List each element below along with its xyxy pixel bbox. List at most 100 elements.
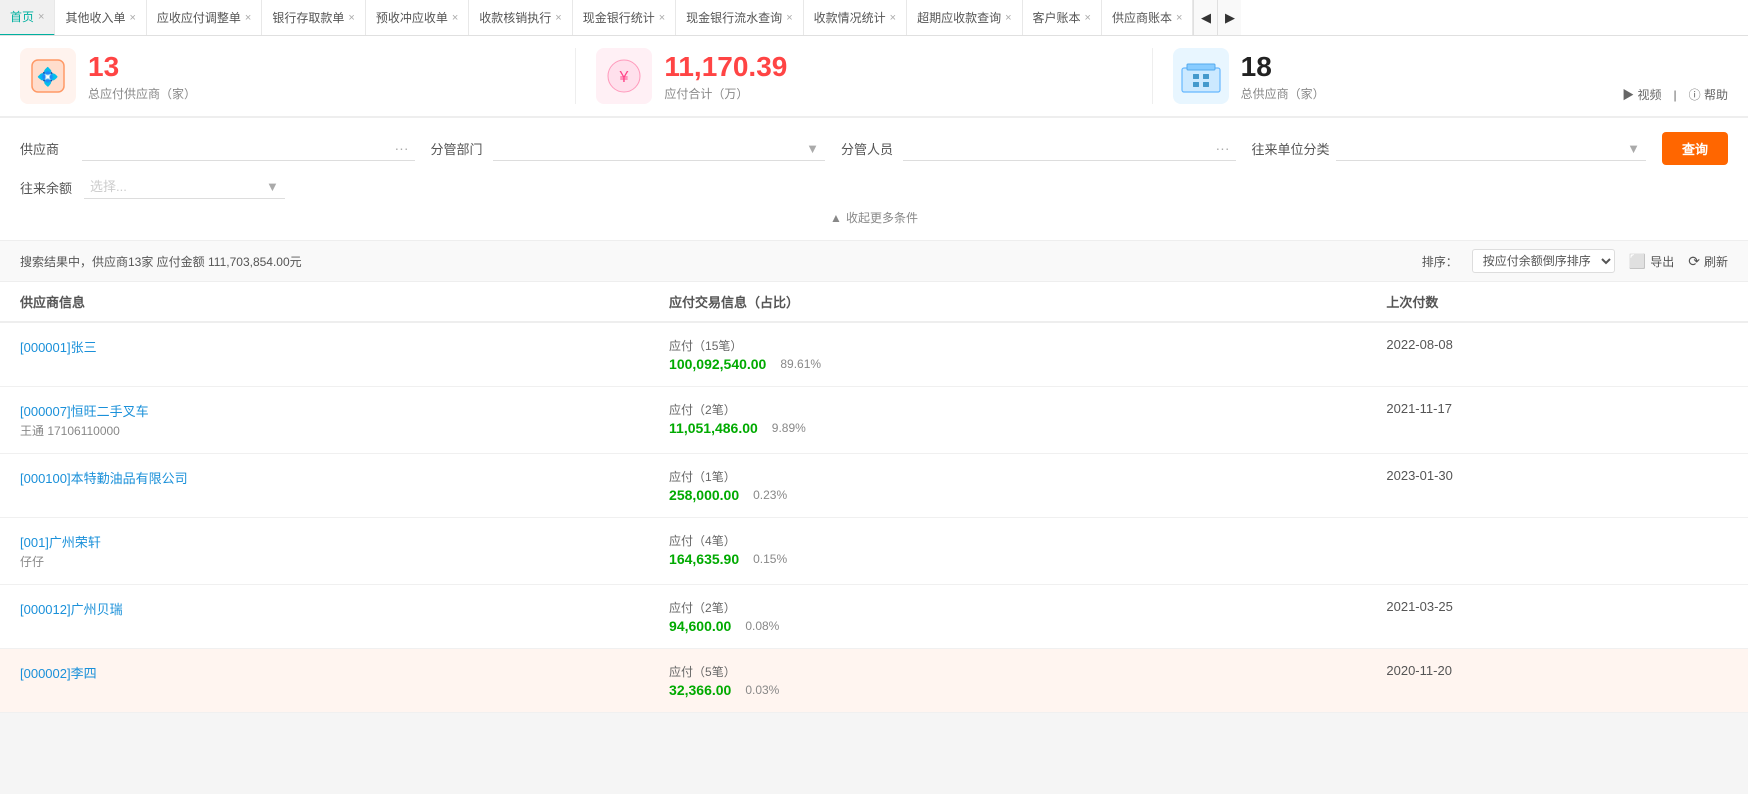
balance-dropdown-icon[interactable]: ▼ <box>266 179 279 194</box>
stat-text-total-suppliers: 18 总供应商（家） <box>1241 51 1325 102</box>
cell-transaction-row-000002: 应付（5笔） 32,366.00 0.03% <box>669 663 1386 698</box>
nav-arrow-left[interactable]: ◀ <box>1193 0 1217 36</box>
nav-tab-supplierbook-close[interactable]: × <box>1176 12 1182 24</box>
transaction-label-row-000100: 应付（1笔） <box>669 468 1386 485</box>
category-label: 往来单位分类 <box>1252 139 1330 158</box>
nav-tab-receivestat-close[interactable]: × <box>890 12 896 24</box>
last-pay-date-row-000007: 2021-11-17 <box>1386 401 1452 416</box>
nav-tab-overdue[interactable]: 超期应收款查询 × <box>907 0 1022 36</box>
category-input[interactable] <box>1342 141 1628 156</box>
nav-tab-income[interactable]: 其他收入单 × <box>55 0 146 36</box>
nav-tab-verify[interactable]: 收款核销执行 × <box>469 0 572 36</box>
nav-tab-income-close[interactable]: × <box>129 12 135 24</box>
cell-lastpay-row-000001: 2022-08-08 <box>1386 337 1728 352</box>
transaction-pct-row-000001: 89.61% <box>780 357 821 371</box>
stat-icon-total-suppliers <box>1173 48 1229 104</box>
video-link[interactable]: ▶ 视频 <box>1622 86 1661 103</box>
cell-lastpay-row-000012: 2021-03-25 <box>1386 599 1728 614</box>
supplier-link-row-000012[interactable]: [000012]广州贝瑞 <box>20 602 123 617</box>
person-label: 分管人员 <box>841 139 897 158</box>
last-pay-date-row-000002: 2020-11-20 <box>1386 663 1452 678</box>
dept-input[interactable] <box>499 141 807 156</box>
balance-input[interactable] <box>90 179 266 194</box>
nav-tab-custbook[interactable]: 客户账本 × <box>1023 0 1102 36</box>
balance-label: 往来余额 <box>20 178 76 197</box>
supplier-sub-row-000007: 王通 17106110000 <box>20 422 669 439</box>
supplier-link-row-001[interactable]: [001]广州荣轩 <box>20 535 101 550</box>
help-link[interactable]: ⓘ 帮助 <box>1689 86 1728 103</box>
nav-tab-adjust[interactable]: 应收应付调整单 × <box>147 0 262 36</box>
person-dots-btn[interactable]: ··· <box>1216 140 1230 156</box>
nav-tab-cashstat[interactable]: 现金银行统计 × <box>573 0 676 36</box>
nav-tab-bank-close[interactable]: × <box>348 12 354 24</box>
results-bar: 搜索结果中，供应商13家 应付金额 111,703,854.00元 排序： 按应… <box>0 241 1748 282</box>
cell-lastpay-row-000002: 2020-11-20 <box>1386 663 1728 678</box>
cell-transaction-row-000007: 应付（2笔） 11,051,486.00 9.89% <box>669 401 1386 436</box>
collapse-button[interactable]: ▲ 收起更多条件 <box>20 209 1728 226</box>
nav-arrow-right[interactable]: ▶ <box>1217 0 1241 36</box>
supplier-sub-row-001: 仔仔 <box>20 553 669 570</box>
nav-tab-custbook-close[interactable]: × <box>1085 12 1091 24</box>
refresh-label: 刷新 <box>1704 253 1728 270</box>
search-row-1: 供应商 ··· 分管部门 ▼ 分管人员 ··· 往来单位分类 <box>20 132 1728 165</box>
search-field-dept: 分管部门 ▼ <box>431 137 826 161</box>
person-input[interactable] <box>909 141 1216 156</box>
nav-tab-home-close[interactable]: × <box>38 11 44 23</box>
stat-icon-payable-suppliers: 💠 <box>20 48 76 104</box>
person-input-wrap[interactable]: ··· <box>903 136 1236 161</box>
nav-tab-cashflow[interactable]: 现金银行流水查询 × <box>676 0 803 36</box>
supplier-input[interactable] <box>88 141 395 156</box>
balance-select-wrap2[interactable]: ▼ <box>84 175 285 199</box>
supplier-dots-btn[interactable]: ··· <box>395 140 409 156</box>
category-input-wrap[interactable]: ▼ <box>1336 137 1646 161</box>
svg-text:💠: 💠 <box>37 66 59 87</box>
sort-label: 排序： <box>1422 253 1458 270</box>
supplier-link-row-000100[interactable]: [000100]本特勤油品有限公司 <box>20 471 188 486</box>
nav-tab-cashflow-close[interactable]: × <box>786 12 792 24</box>
nav-tab-advance-close[interactable]: × <box>452 12 458 24</box>
search-field-supplier: 供应商 ··· <box>20 136 415 161</box>
nav-tab-cashstat-close[interactable]: × <box>659 12 665 24</box>
table-header: 供应商信息 应付交易信息（占比） 上次付数 <box>0 282 1748 323</box>
nav-tab-cashstat-label: 现金银行统计 <box>583 9 655 26</box>
table-body: [000001]张三 应付（15笔） 100,092,540.00 89.61%… <box>0 323 1748 713</box>
stat-label-total-suppliers: 总供应商（家） <box>1241 85 1325 102</box>
transaction-label-row-000012: 应付（2笔） <box>669 599 1386 616</box>
collapse-chevron-icon: ▲ <box>830 211 842 225</box>
nav-tab-bank[interactable]: 银行存取款单 × <box>262 0 365 36</box>
nav-tab-adjust-label: 应收应付调整单 <box>157 9 241 26</box>
supplier-link-row-000007[interactable]: [000007]恒旺二手叉车 <box>20 404 149 419</box>
transaction-amount-row-000100: 258,000.00 <box>669 487 739 503</box>
dept-dropdown-icon[interactable]: ▼ <box>806 141 819 156</box>
nav-tab-advance[interactable]: 预收冲应收单 × <box>366 0 469 36</box>
table-row: [000002]李四 应付（5笔） 32,366.00 0.03% 2020-1… <box>0 649 1748 713</box>
dept-label: 分管部门 <box>431 139 487 158</box>
nav-tab-cashflow-label: 现金银行流水查询 <box>686 9 782 26</box>
stat-card-payable-amount: ¥ 11,170.39 应付合计（万） <box>576 48 1152 104</box>
nav-tab-supplierbook-label: 供应商账本 <box>1112 9 1172 26</box>
nav-tab-supplierbook[interactable]: 供应商账本 × <box>1102 0 1193 36</box>
cell-supplier-row-000001: [000001]张三 <box>20 337 669 356</box>
nav-tab-adjust-close[interactable]: × <box>245 12 251 24</box>
transaction-amount-row-000001: 100,092,540.00 <box>669 356 766 372</box>
cell-transaction-row-000100: 应付（1笔） 258,000.00 0.23% <box>669 468 1386 503</box>
nav-tab-home[interactable]: 首页 × <box>0 0 55 36</box>
query-button[interactable]: 查询 <box>1662 132 1728 165</box>
supplier-input-wrap[interactable]: ··· <box>82 136 415 161</box>
stats-bar: 💠 13 总应付供应商（家） ¥ 11,170.39 应付合计（万） <box>0 36 1748 117</box>
supplier-link-row-000002[interactable]: [000002]李四 <box>20 666 97 681</box>
category-dropdown-icon[interactable]: ▼ <box>1627 141 1640 156</box>
dept-input-wrap[interactable]: ▼ <box>493 137 826 161</box>
stat-card-payable-suppliers: 💠 13 总应付供应商（家） <box>20 48 576 104</box>
nav-tab-overdue-close[interactable]: × <box>1005 12 1011 24</box>
nav-tab-receivestat[interactable]: 收款情况统计 × <box>804 0 907 36</box>
nav-tab-income-label: 其他收入单 <box>65 9 125 26</box>
nav-tab-verify-close[interactable]: × <box>555 12 561 24</box>
refresh-button[interactable]: ⟳ 刷新 <box>1688 253 1728 270</box>
transaction-amount-row-000007: 11,051,486.00 <box>669 420 758 436</box>
export-icon: ⬜ <box>1629 253 1646 270</box>
sort-select[interactable]: 按应付余额倒序排序 按应付余额正序排序 <box>1472 249 1615 273</box>
supplier-link-row-000001[interactable]: [000001]张三 <box>20 340 97 355</box>
export-button[interactable]: ⬜ 导出 <box>1629 253 1674 270</box>
cell-transaction-row-000012: 应付（2笔） 94,600.00 0.08% <box>669 599 1386 634</box>
